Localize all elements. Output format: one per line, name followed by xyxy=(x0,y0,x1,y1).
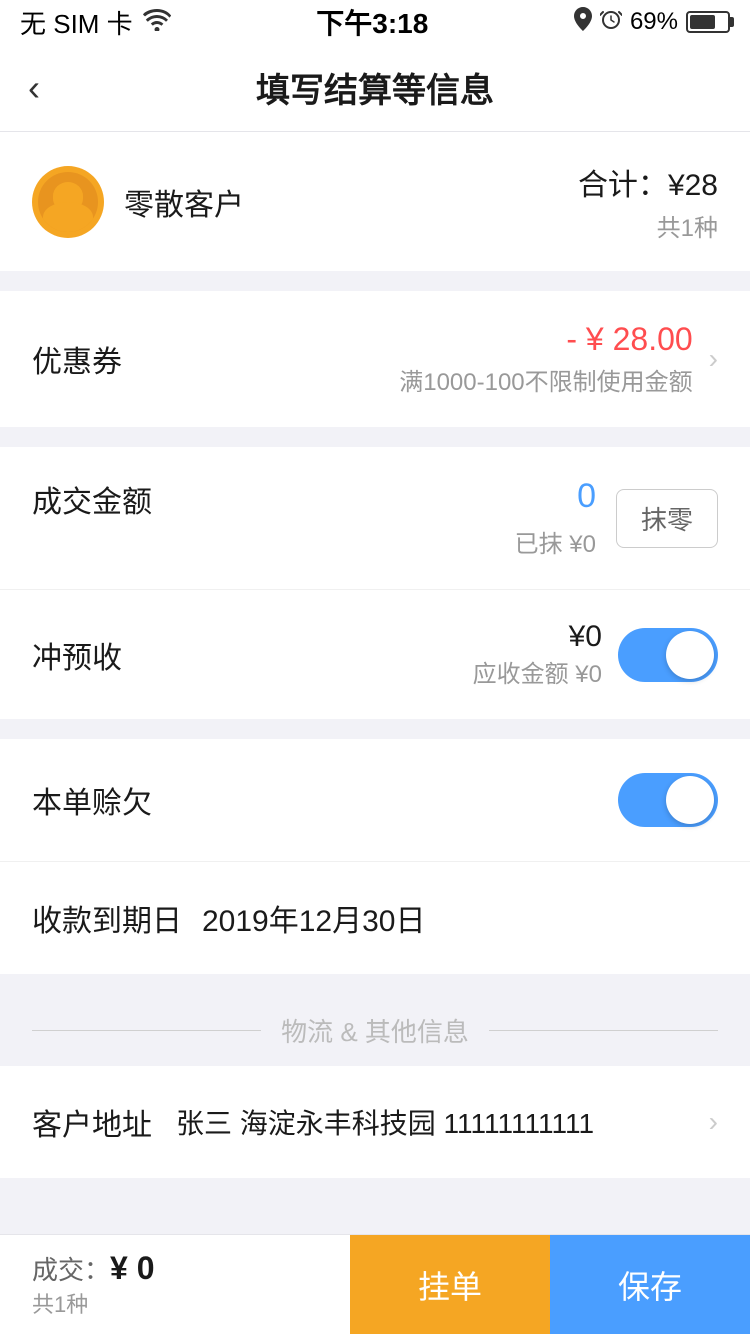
customer-name: 零散客户 xyxy=(124,180,244,224)
bottom-deal-label: 成交： xyxy=(32,1255,110,1285)
round-btn[interactable]: 抹零 xyxy=(616,489,718,548)
deal-sub: 已抹 ¥0 xyxy=(515,524,596,559)
debt-row: 本单赊欠 xyxy=(0,739,750,861)
customer-total: 合计：¥28 共1种 xyxy=(578,160,718,243)
logistics-section-label: 物流 & 其他信息 xyxy=(261,1012,489,1049)
address-chevron-icon: › xyxy=(709,1106,718,1138)
chevron-icon: › xyxy=(709,343,718,375)
amount-input-area: 0 已抹 ¥0 xyxy=(515,477,596,559)
coupon-label: 优惠券 xyxy=(32,337,122,381)
coupon-sub: 满1000-100不限制使用金额 xyxy=(399,362,692,397)
save-button[interactable]: 保存 xyxy=(550,1235,750,1334)
due-date-value[interactable]: 2019年12月30日 xyxy=(202,896,425,940)
precharge-value: ¥0 xyxy=(473,620,602,654)
coupon-value: - ¥ 28.00 xyxy=(399,321,692,358)
total-label: 合计： xyxy=(578,169,668,202)
status-time: 下午3:18 xyxy=(316,2,428,42)
address-value: 张三 海淀永丰科技园 11111111111 xyxy=(176,1102,709,1142)
coupon-row[interactable]: 优惠券 - ¥ 28.00 满1000-100不限制使用金额 › xyxy=(0,291,750,427)
deal-value[interactable]: 0 xyxy=(577,477,596,516)
due-date-row: 收款到期日 2019年12月30日 xyxy=(0,861,750,974)
bottom-count: 共1种 xyxy=(32,1287,318,1319)
bottom-left: 成交：¥ 0 共1种 xyxy=(0,1235,350,1334)
avatar-body xyxy=(43,202,93,232)
alarm-icon xyxy=(600,8,622,37)
customer-card: 零散客户 合计：¥28 共1种 xyxy=(0,132,750,271)
nav-bar: ‹ 填写结算等信息 xyxy=(0,44,750,132)
deal-label: 成交金额 xyxy=(32,477,152,521)
location-icon xyxy=(574,7,592,38)
main-content: 零散客户 合计：¥28 共1种 优惠券 - ¥ 28.00 满1000-100不… xyxy=(0,132,750,1318)
hold-button[interactable]: 挂单 xyxy=(350,1235,550,1334)
deal-amount-row: 成交金额 0 已抹 ¥0 抹零 xyxy=(0,447,750,589)
coupon-card[interactable]: 优惠券 - ¥ 28.00 满1000-100不限制使用金额 › xyxy=(0,291,750,427)
wifi-icon xyxy=(143,7,171,38)
status-bar: 无 SIM 卡 下午3:18 69% xyxy=(0,0,750,44)
debt-label: 本单赊欠 xyxy=(32,778,152,822)
sim-text: 无 SIM 卡 xyxy=(20,4,133,41)
debt-toggle-knob xyxy=(666,776,714,824)
precharge-right: ¥0 应收金额 ¥0 xyxy=(473,620,718,689)
battery-percentage: 69% xyxy=(630,8,678,36)
address-row[interactable]: 客户地址 张三 海淀永丰科技园 11111111111 › xyxy=(0,1066,750,1178)
debt-toggle[interactable] xyxy=(618,773,718,827)
address-card[interactable]: 客户地址 张三 海淀永丰科技园 11111111111 › xyxy=(0,1066,750,1178)
customer-left: 零散客户 xyxy=(32,166,244,238)
avatar-inner xyxy=(38,172,98,232)
coupon-right: - ¥ 28.00 满1000-100不限制使用金额 › xyxy=(399,321,718,397)
bottom-deal-label-wrapper: 成交：¥ 0 xyxy=(32,1250,318,1287)
precharge-sub: 应收金额 ¥0 xyxy=(473,654,602,689)
total-price: 合计：¥28 xyxy=(578,160,718,204)
status-left: 无 SIM 卡 xyxy=(20,4,171,41)
precharge-label: 冲预收 xyxy=(32,633,122,677)
deal-amount-card: 成交金额 0 已抹 ¥0 抹零 冲预收 ¥0 应收金额 ¥0 xyxy=(0,447,750,719)
due-date-label: 收款到期日 xyxy=(32,896,182,940)
debt-card: 本单赊欠 收款到期日 2019年12月30日 xyxy=(0,739,750,974)
avatar xyxy=(32,166,104,238)
precharge-row: 冲预收 ¥0 应收金额 ¥0 xyxy=(0,589,750,719)
bottom-bar: 成交：¥ 0 共1种 挂单 保存 xyxy=(0,1234,750,1334)
battery-icon xyxy=(686,11,730,33)
toggle-knob xyxy=(666,631,714,679)
total-value: ¥28 xyxy=(668,169,718,202)
page-title: 填写结算等信息 xyxy=(256,63,494,112)
status-right: 69% xyxy=(574,7,730,38)
back-button[interactable]: ‹ xyxy=(28,67,40,109)
bottom-deal-value: ¥ 0 xyxy=(110,1250,154,1286)
precharge-toggle[interactable] xyxy=(618,628,718,682)
logistics-section-header: 物流 & 其他信息 xyxy=(0,994,750,1066)
address-label: 客户地址 xyxy=(32,1100,152,1144)
customer-row: 零散客户 合计：¥28 共1种 xyxy=(0,132,750,271)
total-count: 共1种 xyxy=(578,208,718,243)
deal-right: 0 已抹 ¥0 抹零 xyxy=(515,477,718,559)
